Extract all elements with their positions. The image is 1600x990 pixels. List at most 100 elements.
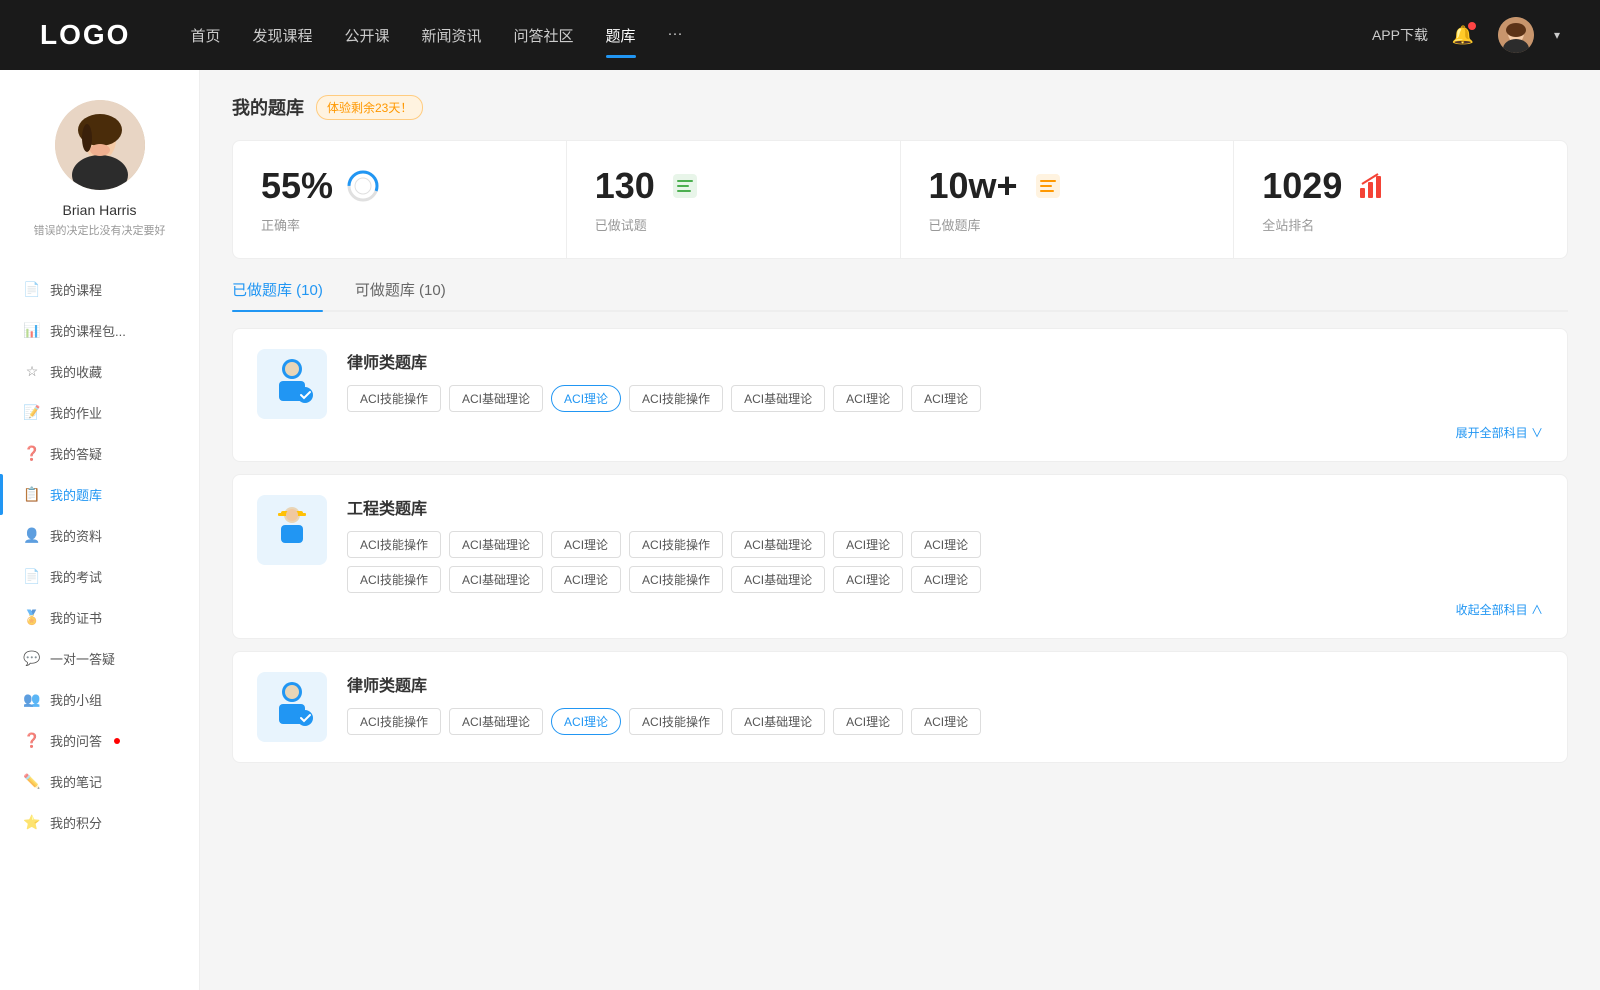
nav-open-course[interactable]: 公开课 [344,21,389,50]
avatar [55,100,145,190]
sidebar-item-one-on-one[interactable]: 💬 一对一答疑 [0,638,199,679]
sidebar-item-label: 我的作业 [50,403,102,422]
certificate-icon: 🏅 [24,610,40,626]
stat-top: 10w+ [929,165,1206,207]
tag-3-3[interactable]: ACI理论 [551,708,621,735]
sidebar-item-qa[interactable]: ❓ 我的答疑 [0,433,199,474]
tag-2-1-7[interactable]: ACI理论 [911,531,981,558]
nav-more[interactable]: ··· [668,21,683,50]
points-icon: ⭐ [24,815,40,831]
tag-2-1-4[interactable]: ACI技能操作 [629,531,723,558]
user-avatar-header[interactable] [1498,17,1534,53]
stats-row: 55% 正确率 130 [232,140,1568,259]
logo: LOGO [40,19,130,51]
sidebar-item-label: 我的考试 [50,567,102,586]
tag-1-2[interactable]: ACI基础理论 [449,385,543,412]
qbank-icon-engineer [257,495,327,565]
collapse-link-2[interactable]: 收起全部科目 ∧ [347,601,1543,618]
nav-qa[interactable]: 问答社区 [514,21,574,50]
expand-link-1[interactable]: 展开全部科目 ∨ [347,420,1543,441]
nav-question-bank[interactable]: 题库 [606,21,636,50]
app-download-button[interactable]: APP下载 [1372,25,1428,45]
qbank-card-1: 律师类题库 ACI技能操作 ACI基础理论 ACI理论 ACI技能操作 ACI基… [232,328,1568,462]
stat-label-done: 已做试题 [595,215,872,234]
sidebar-item-label: 我的问答 [50,731,102,750]
tag-1-7[interactable]: ACI理论 [911,385,981,412]
qbank-tags-3: ACI技能操作 ACI基础理论 ACI理论 ACI技能操作 ACI基础理论 AC… [347,708,1543,735]
qbank-tags-2-row2: ACI技能操作 ACI基础理论 ACI理论 ACI技能操作 ACI基础理论 AC… [347,566,1543,593]
tag-1-1[interactable]: ACI技能操作 [347,385,441,412]
notification-badge [1468,22,1476,30]
stat-label-banks: 已做题库 [929,215,1206,234]
sidebar-item-course-package[interactable]: 📊 我的课程包... [0,310,199,351]
exam-icon: 📄 [24,569,40,585]
tag-3-1[interactable]: ACI技能操作 [347,708,441,735]
sidebar-item-course[interactable]: 📄 我的课程 [0,269,199,310]
sidebar-profile: Brian Harris 错误的决定比没有决定要好 [0,70,199,259]
sidebar-item-my-qa[interactable]: ❓ 我的问答 [0,720,199,761]
tag-1-6[interactable]: ACI理论 [833,385,903,412]
qbank-content-1: 律师类题库 ACI技能操作 ACI基础理论 ACI理论 ACI技能操作 ACI基… [347,349,1543,441]
notification-bell[interactable] [1448,20,1478,50]
stat-top: 1029 [1262,165,1539,207]
tag-3-4[interactable]: ACI技能操作 [629,708,723,735]
nav-news[interactable]: 新闻资讯 [422,21,482,50]
list-orange-icon [1030,168,1066,204]
tag-1-4[interactable]: ACI技能操作 [629,385,723,412]
favorites-icon: ☆ [24,364,40,380]
tag-1-5[interactable]: ACI基础理论 [731,385,825,412]
qbank-header-2: 工程类题库 ACI技能操作 ACI基础理论 ACI理论 ACI技能操作 ACI基… [257,495,1543,618]
sidebar-item-label: 我的答疑 [50,444,102,463]
page-title: 我的题库 [232,94,304,120]
stat-top: 130 [595,165,872,207]
user-menu-chevron[interactable]: ▾ [1554,28,1560,42]
qbank-tags-2-row1: ACI技能操作 ACI基础理论 ACI理论 ACI技能操作 ACI基础理论 AC… [347,531,1543,558]
main-content: 我的题库 体验剩余23天！ 55% 正确率 [200,70,1600,990]
sidebar-item-label: 我的资料 [50,526,102,545]
sidebar-item-homework[interactable]: 📝 我的作业 [0,392,199,433]
tag-2-2-4[interactable]: ACI技能操作 [629,566,723,593]
tag-3-6[interactable]: ACI理论 [833,708,903,735]
sidebar-item-notes[interactable]: ✏️ 我的笔记 [0,761,199,802]
page-container: Brian Harris 错误的决定比没有决定要好 📄 我的课程 📊 我的课程包… [0,70,1600,990]
tag-2-2-3[interactable]: ACI理论 [551,566,621,593]
nav-home[interactable]: 首页 [190,21,220,50]
tag-2-1-6[interactable]: ACI理论 [833,531,903,558]
tab-done[interactable]: 已做题库 (10) [232,279,323,310]
header-right: APP下载 ▾ [1372,17,1560,53]
tag-2-1-2[interactable]: ACI基础理论 [449,531,543,558]
tag-2-2-1[interactable]: ACI技能操作 [347,566,441,593]
stat-label-correct: 正确率 [261,215,538,234]
tag-3-5[interactable]: ACI基础理论 [731,708,825,735]
tab-available[interactable]: 可做题库 (10) [355,279,446,310]
tag-2-2-6[interactable]: ACI理论 [833,566,903,593]
tag-2-1-5[interactable]: ACI基础理论 [731,531,825,558]
sidebar-item-certificate[interactable]: 🏅 我的证书 [0,597,199,638]
tag-1-3[interactable]: ACI理论 [551,385,621,412]
tag-2-1-1[interactable]: ACI技能操作 [347,531,441,558]
tag-2-1-3[interactable]: ACI理论 [551,531,621,558]
tag-3-7[interactable]: ACI理论 [911,708,981,735]
sidebar-item-label: 我的小组 [50,690,102,709]
sidebar-item-favorites[interactable]: ☆ 我的收藏 [0,351,199,392]
tag-2-2-2[interactable]: ACI基础理论 [449,566,543,593]
sidebar-item-question-bank[interactable]: 📋 我的题库 [0,474,199,515]
sidebar-item-exam[interactable]: 📄 我的考试 [0,556,199,597]
sidebar-item-profile[interactable]: 👤 我的资料 [0,515,199,556]
sidebar-item-points[interactable]: ⭐ 我的积分 [0,802,199,843]
stat-correct-rate: 55% 正确率 [233,141,567,258]
tag-2-2-7[interactable]: ACI理论 [911,566,981,593]
stat-done-banks: 10w+ 已做题库 [901,141,1235,258]
sidebar-item-label: 我的证书 [50,608,102,627]
qa-icon: ❓ [24,446,40,462]
qbank-icon-lawyer-1 [257,349,327,419]
nav-discover[interactable]: 发现课程 [252,21,312,50]
qa-badge [114,738,120,744]
tag-2-2-5[interactable]: ACI基础理论 [731,566,825,593]
trial-badge: 体验剩余23天！ [316,95,423,120]
tabs-row: 已做题库 (10) 可做题库 (10) [232,279,1568,312]
tag-3-2[interactable]: ACI基础理论 [449,708,543,735]
qbank-title-2: 工程类题库 [347,495,1543,519]
sidebar-item-group[interactable]: 👥 我的小组 [0,679,199,720]
page-title-row: 我的题库 体验剩余23天！ [232,94,1568,120]
